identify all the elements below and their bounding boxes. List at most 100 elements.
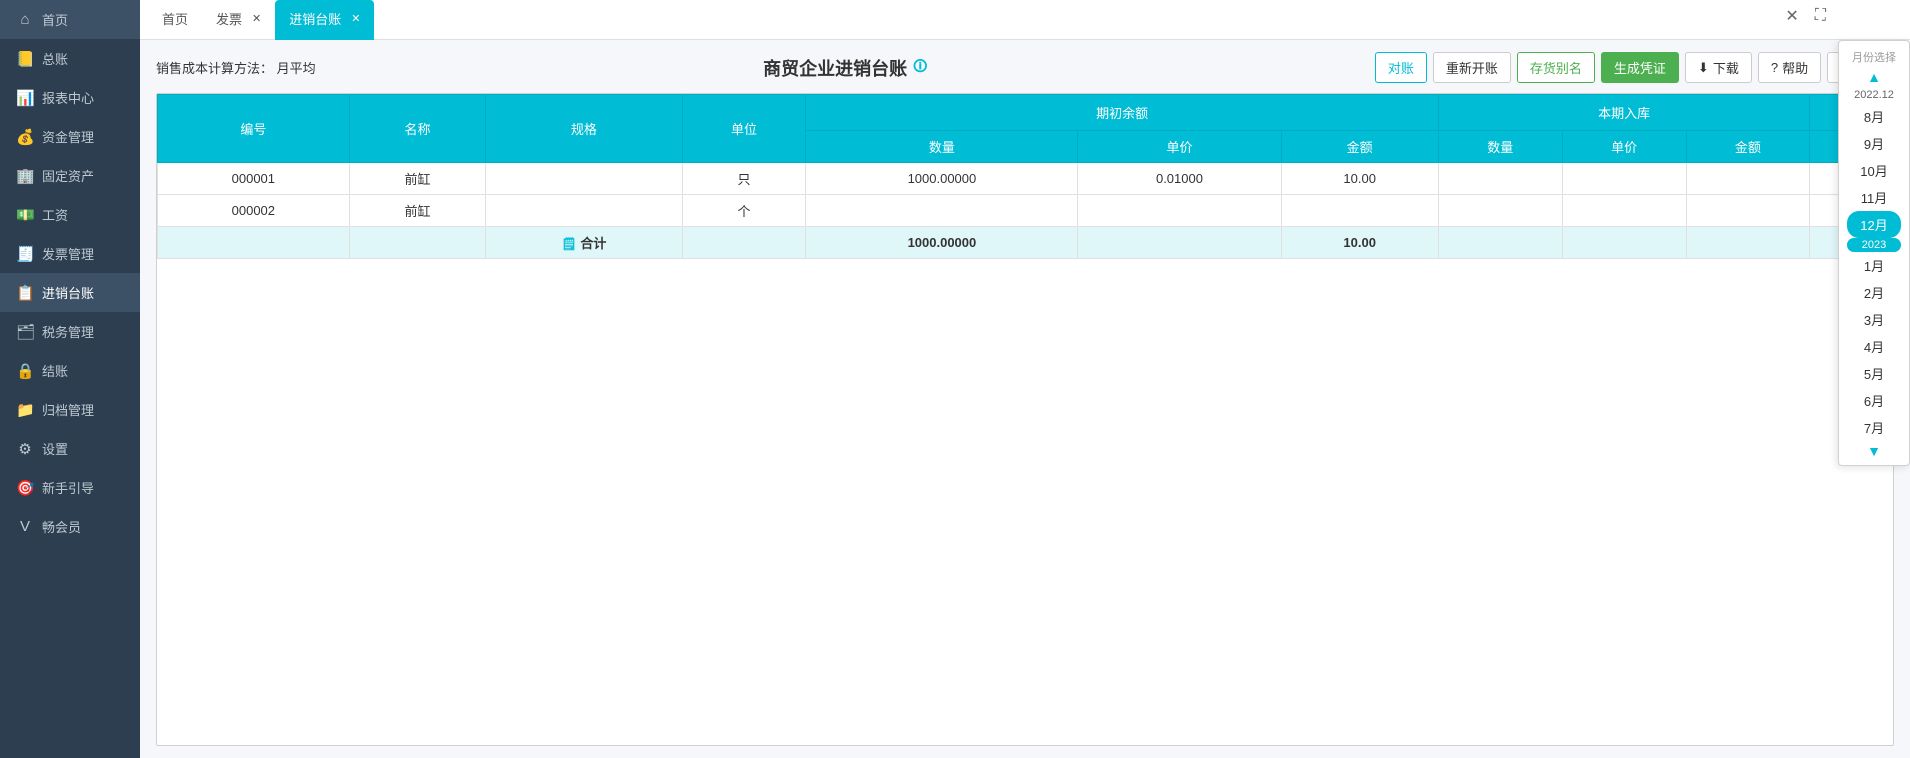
- cell-1: 前缸: [349, 163, 486, 195]
- sidebar-item-purchase-sales[interactable]: 📋 进销台账: [0, 273, 140, 312]
- cell-9: [1686, 163, 1810, 195]
- th-sub-金额: 金额: [1281, 131, 1438, 163]
- cell-2: [486, 195, 682, 227]
- sidebar-label-report-center: 报表中心: [42, 88, 94, 107]
- sidebar-item-general-ledger[interactable]: 📒总账: [0, 39, 140, 78]
- help-label: 帮助: [1782, 58, 1808, 77]
- month-item-2023-2月[interactable]: 2月: [1839, 279, 1909, 306]
- table-row[interactable]: 000001前缸只1000.000000.0100010.00: [158, 163, 1893, 195]
- month-item-10月[interactable]: 10月: [1839, 157, 1909, 184]
- th-编号: 编号: [158, 95, 350, 163]
- sidebar-item-member[interactable]: V 畅会员: [0, 507, 140, 546]
- reconcile-button[interactable]: 对账: [1375, 52, 1427, 83]
- sidebar-icon-home: ⌂: [16, 11, 34, 28]
- sidebar-icon-archive: 📁: [16, 401, 34, 419]
- sidebar-label-archive: 归档管理: [42, 400, 94, 419]
- cell-4: 1000.00000: [806, 163, 1078, 195]
- total-row: 🗒 合计1000.0000010.00: [158, 227, 1893, 259]
- sidebar-icon-fixed-assets: 🏢: [16, 167, 34, 185]
- sidebar-item-invoice-management[interactable]: 🧾发票管理: [0, 234, 140, 273]
- month-scroll-up[interactable]: ▲: [1839, 67, 1909, 87]
- th-单位: 单位: [682, 95, 806, 163]
- tab-close-purchase-sales[interactable]: ✕: [351, 12, 360, 25]
- sidebar-label-fixed-assets: 固定资产: [42, 166, 94, 185]
- header-row: 销售成本计算方法： 月平均 商贸企业进销台账 🛈 对账 重新开账 存货别名 生成…: [156, 52, 1894, 83]
- cell-7: [1438, 163, 1562, 195]
- month-item-9月[interactable]: 9月: [1839, 130, 1909, 157]
- reopen-button[interactable]: 重新开账: [1433, 52, 1511, 83]
- help-button[interactable]: ? 帮助: [1758, 52, 1821, 83]
- month-item-8月[interactable]: 8月: [1839, 103, 1909, 130]
- generate-voucher-button[interactable]: 生成凭证: [1601, 52, 1679, 83]
- sidebar-item-payroll[interactable]: 💵工资: [0, 195, 140, 234]
- month-panel: 月份选择 ▲ 2022.12 8月9月10月11月12月 2023 1月2月3月…: [1838, 40, 1910, 466]
- cell-1: 前缸: [349, 195, 486, 227]
- total-cell-6: 10.00: [1281, 227, 1438, 259]
- cell-0: 000001: [158, 163, 350, 195]
- sidebar: ⌂首页📒总账 📊 报表中心 💰资金管理 🏢 固定资产 💵工资🧾发票管理 📋 进销台账 🗂税务管理🔒…: [0, 0, 140, 758]
- sidebar-item-guide[interactable]: 🎯新手引导: [0, 468, 140, 507]
- month-item-2023-5月[interactable]: 5月: [1839, 360, 1909, 387]
- sidebar-label-settings: 设置: [42, 439, 68, 458]
- tab-purchase-sales[interactable]: 进销台账 ✕: [275, 0, 374, 40]
- month-year-label: 2022.12: [1839, 87, 1909, 103]
- month-item-2023-6月[interactable]: 6月: [1839, 387, 1909, 414]
- cell-5: [1078, 195, 1281, 227]
- th-benqi: 本期入库: [1438, 95, 1810, 131]
- th-sub-单价: 单价: [1562, 131, 1686, 163]
- sidebar-item-tax-management[interactable]: 🗂税务管理: [0, 312, 140, 351]
- month-item-2023-4月[interactable]: 4月: [1839, 333, 1909, 360]
- sidebar-label-purchase-sales: 进销台账: [42, 283, 94, 302]
- tab-home[interactable]: 首页: [148, 0, 202, 40]
- total-cell-9: [1686, 227, 1810, 259]
- info-icon[interactable]: 🛈: [913, 56, 927, 80]
- tab-label-invoice: 发票: [216, 9, 242, 28]
- total-cell-4: 1000.00000: [806, 227, 1078, 259]
- sidebar-item-fixed-assets[interactable]: 🏢 固定资产: [0, 156, 140, 195]
- main-table: 编号名称规格单位期初余额本期入库 数量单价金额数量单价金额数 000001前缸只…: [157, 94, 1893, 259]
- maximize-window-button[interactable]: ⛶: [1811, 4, 1830, 28]
- sidebar-item-settings[interactable]: ⚙设置: [0, 429, 140, 468]
- month-item-11月[interactable]: 11月: [1839, 184, 1909, 211]
- sidebar-item-fund-management[interactable]: 💰资金管理: [0, 117, 140, 156]
- sidebar-item-close-account[interactable]: 🔒结账: [0, 351, 140, 390]
- sidebar-label-general-ledger: 总账: [42, 49, 68, 68]
- save-alias-button[interactable]: 存货别名: [1517, 52, 1595, 83]
- tab-label-purchase-sales: 进销台账: [289, 9, 341, 28]
- download-button[interactable]: ⬇ 下载: [1685, 52, 1752, 83]
- month-panel-title: 月份选择: [1839, 45, 1909, 67]
- year-badge: 2023: [1847, 238, 1901, 252]
- sidebar-icon-purchase-sales: 📋: [16, 284, 34, 302]
- total-cell-5: [1078, 227, 1281, 259]
- cell-7: [1438, 195, 1562, 227]
- month-scroll-down[interactable]: ▼: [1839, 441, 1909, 461]
- sidebar-item-report-center[interactable]: 📊 报表中心: [0, 78, 140, 117]
- toolbar-buttons: 对账 重新开账 存货别名 生成凭证 ⬇ 下载 ? 帮助 ↻ 刷新: [1375, 52, 1894, 83]
- sidebar-icon-member: V: [16, 518, 34, 535]
- th-sub-数量: 数量: [1438, 131, 1562, 163]
- table-row[interactable]: 000002前缸个: [158, 195, 1893, 227]
- total-cell-3: [682, 227, 806, 259]
- tab-invoice[interactable]: 发票 ✕: [202, 0, 275, 40]
- cell-3: 个: [682, 195, 806, 227]
- download-label: 下载: [1713, 58, 1739, 77]
- cell-8: [1562, 163, 1686, 195]
- month-item-2023-3月[interactable]: 3月: [1839, 306, 1909, 333]
- month-item-12月[interactable]: 12月: [1847, 211, 1901, 238]
- page-title: 商贸企业进销台账 🛈: [763, 55, 927, 81]
- sidebar-item-archive[interactable]: 📁 归档管理: [0, 390, 140, 429]
- month-item-2023-7月[interactable]: 7月: [1839, 414, 1909, 441]
- sidebar-item-home[interactable]: ⌂首页: [0, 0, 140, 39]
- cell-6: 10.00: [1281, 163, 1438, 195]
- window-controls: ✕ ⛶: [1781, 4, 1830, 28]
- page-title-text: 商贸企业进销台账: [763, 55, 907, 81]
- sidebar-icon-report-center: 📊: [16, 89, 34, 107]
- cost-method-label: 销售成本计算方法：: [156, 61, 273, 76]
- th-规格: 规格: [486, 95, 682, 163]
- close-window-button[interactable]: ✕: [1781, 4, 1802, 28]
- sidebar-icon-payroll: 💵: [16, 206, 34, 224]
- sidebar-label-member: 畅会员: [42, 517, 81, 536]
- month-item-2023-1月[interactable]: 1月: [1839, 252, 1909, 279]
- tab-close-invoice[interactable]: ✕: [252, 12, 261, 25]
- th-qichu: 期初余额: [806, 95, 1438, 131]
